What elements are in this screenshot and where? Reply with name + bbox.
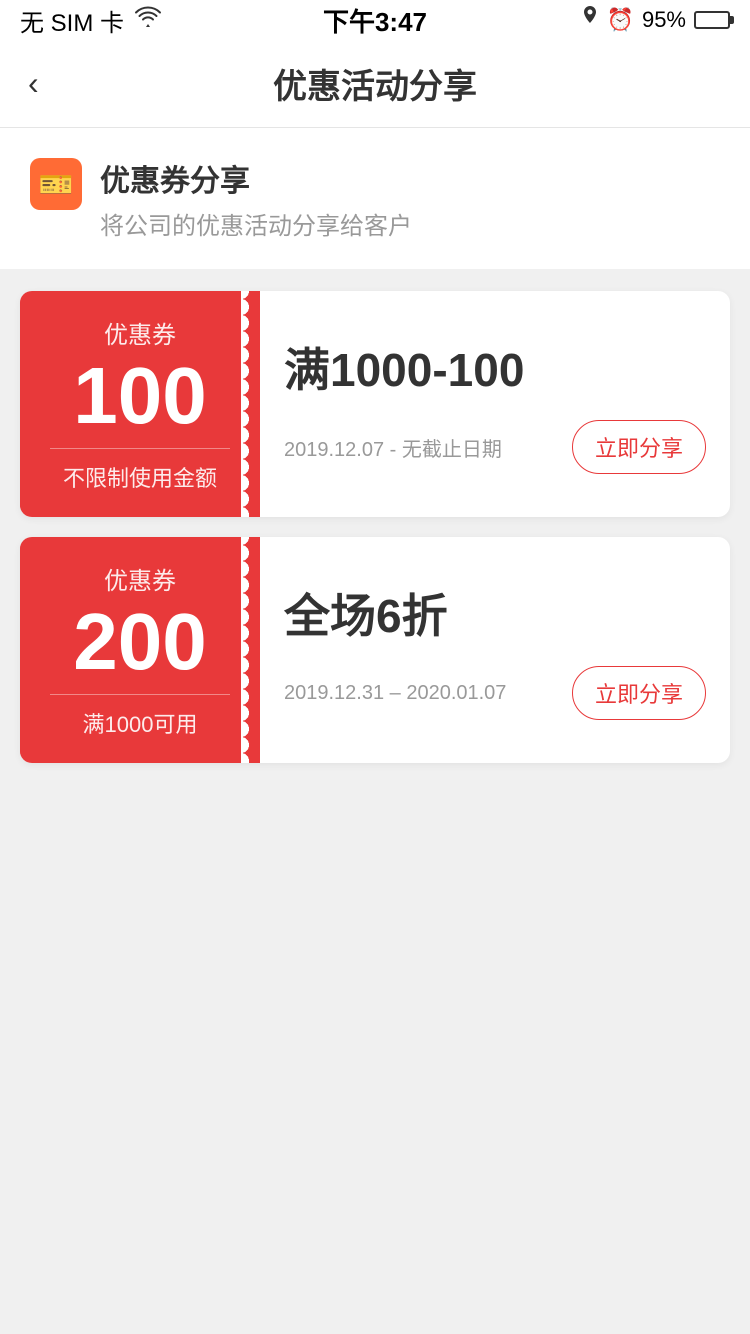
coupon-list: 优惠券 100 不限制使用金额 满1000-100 2019.12.07 - 无… [0, 271, 750, 783]
section-icon: 🎫 [30, 158, 82, 210]
share-button-0[interactable]: 立即分享 [572, 420, 706, 474]
coupon-left-1: 优惠券 200 满1000可用 [20, 537, 260, 763]
coupon-left-0: 优惠券 100 不限制使用金额 [20, 291, 260, 517]
coupon-card: 优惠券 100 不限制使用金额 满1000-100 2019.12.07 - 无… [20, 291, 730, 517]
status-time: 下午3:47 [323, 2, 427, 39]
section-header: 🎫 优惠券分享 将公司的优惠活动分享给客户 [0, 128, 750, 269]
coupon-amount-1: 200 [73, 602, 206, 682]
section-title: 优惠券分享 [100, 156, 412, 200]
coupon-divider-0 [50, 448, 230, 449]
coupon-title-0: 满1000-100 [284, 334, 706, 400]
battery-icon [694, 11, 730, 29]
empty-area [0, 783, 750, 1283]
carrier-text: 无 SIM 卡 [20, 3, 124, 38]
share-button-1[interactable]: 立即分享 [572, 666, 706, 720]
section-text: 优惠券分享 将公司的优惠活动分享给客户 [100, 156, 412, 241]
nav-title: 优惠活动分享 [273, 59, 477, 108]
coupon-title-1: 全场6折 [284, 580, 706, 646]
coupon-date-0: 2019.12.07 - 无截止日期 [284, 433, 502, 462]
status-bar: 无 SIM 卡 下午3:47 ⏰ 95% [0, 0, 750, 40]
section-subtitle: 将公司的优惠活动分享给客户 [100, 206, 412, 241]
coupon-bottom-1: 2019.12.31 – 2020.01.07 立即分享 [284, 666, 706, 720]
coupon-divider-1 [50, 694, 230, 695]
nav-bar: ‹ 优惠活动分享 [0, 40, 750, 128]
coupon-amount-0: 100 [73, 356, 206, 436]
coupon-card: 优惠券 200 满1000可用 全场6折 2019.12.31 – 2020.0… [20, 537, 730, 763]
coupon-condition-0: 不限制使用金额 [63, 461, 217, 493]
coupon-label-1: 优惠券 [104, 561, 176, 596]
coupon-bottom-0: 2019.12.07 - 无截止日期 立即分享 [284, 420, 706, 474]
coupon-label-0: 优惠券 [104, 315, 176, 350]
status-right: ⏰ 95% [581, 6, 730, 34]
alarm-icon: ⏰ [607, 7, 634, 33]
coupon-date-1: 2019.12.31 – 2020.01.07 [284, 682, 506, 705]
back-button[interactable]: ‹ [28, 65, 39, 102]
coupon-condition-1: 满1000可用 [83, 707, 198, 739]
coupon-right-0: 满1000-100 2019.12.07 - 无截止日期 立即分享 [260, 291, 730, 517]
location-icon [581, 6, 599, 34]
status-left: 无 SIM 卡 [20, 3, 162, 38]
wifi-icon [134, 6, 162, 35]
coupon-right-1: 全场6折 2019.12.31 – 2020.01.07 立即分享 [260, 537, 730, 763]
battery-text: 95% [642, 7, 686, 33]
